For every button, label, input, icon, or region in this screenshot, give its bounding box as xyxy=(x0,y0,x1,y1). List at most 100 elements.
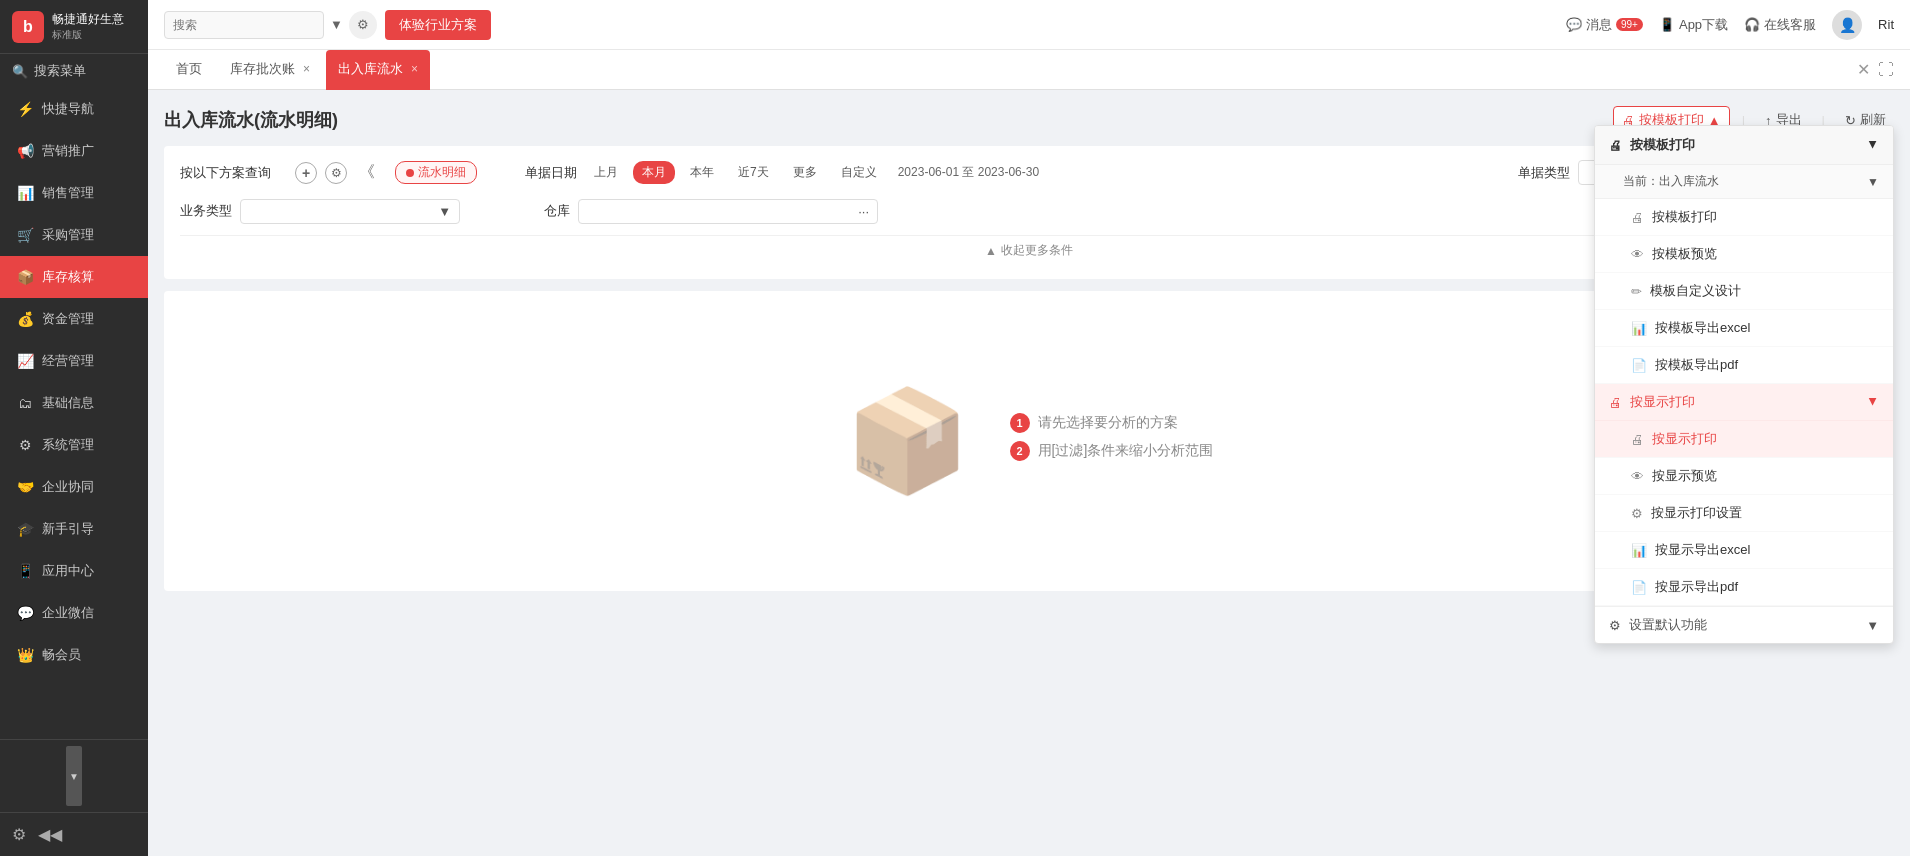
dp-display-print-label: 按显示打印 xyxy=(1652,430,1717,448)
tab-inventory-batch-close[interactable]: × xyxy=(303,62,310,76)
online-service-label: 在线客服 xyxy=(1764,16,1816,34)
topbar-gear-button[interactable]: ⚙ xyxy=(349,11,377,39)
dropdown-header-label: 按模板打印 xyxy=(1630,136,1695,154)
message-label: 消息 xyxy=(1586,16,1612,34)
dropdown-display-preview[interactable]: 👁 按显示预览 xyxy=(1595,458,1893,495)
filter-add-btn[interactable]: + xyxy=(295,162,317,184)
dropdown-sub-header[interactable]: 当前：出入库流水 ▼ xyxy=(1595,165,1893,199)
dropdown-display-export-pdf[interactable]: 📄 按显示导出pdf xyxy=(1595,569,1893,606)
dropdown-display-export-excel[interactable]: 📊 按显示导出excel xyxy=(1595,532,1893,569)
vip-icon: 👑 xyxy=(16,646,34,664)
sidebar-item-finance[interactable]: 💰 资金管理 xyxy=(0,298,148,340)
dropdown-template-export-pdf[interactable]: 📄 按模板导出pdf xyxy=(1595,347,1893,384)
date-last-7days[interactable]: 近7天 xyxy=(729,161,778,184)
window-maximize-btn[interactable]: ⛶ xyxy=(1878,61,1894,79)
user-avatar[interactable]: 👤 xyxy=(1832,10,1862,40)
nav-label: 销售管理 xyxy=(42,184,94,202)
tab-inventory-batch-label: 库存批次账 xyxy=(230,60,295,78)
printer-small-icon: 🖨 xyxy=(1631,210,1644,225)
tab-home[interactable]: 首页 xyxy=(164,50,214,90)
filter-settings-btn[interactable]: ⚙ xyxy=(325,162,347,184)
pdf-icon: 📄 xyxy=(1631,358,1647,373)
sidebar-item-app-center[interactable]: 📱 应用中心 xyxy=(0,550,148,592)
sidebar-item-guide[interactable]: 🎓 新手引导 xyxy=(0,508,148,550)
warehouse-select[interactable]: ··· xyxy=(578,199,878,224)
date-custom[interactable]: 自定义 xyxy=(832,161,886,184)
nav-label: 采购管理 xyxy=(42,226,94,244)
sidebar-item-marketing[interactable]: 📢 营销推广 xyxy=(0,130,148,172)
basics-icon: 🗂 xyxy=(16,394,34,412)
sidebar-item-basics[interactable]: 🗂 基础信息 xyxy=(0,382,148,424)
app-icon: 📱 xyxy=(1659,17,1675,32)
tab-inventory-batch[interactable]: 库存批次账 × xyxy=(218,50,322,90)
dropdown-header-chevron: ▲ xyxy=(1866,138,1879,153)
dropdown-template-preview[interactable]: 👁 按模板预览 xyxy=(1595,236,1893,273)
date-this-year[interactable]: 本年 xyxy=(681,161,723,184)
dropdown-display-print[interactable]: 🖨 按显示打印 xyxy=(1595,421,1893,458)
settings-icon[interactable]: ⚙ xyxy=(12,825,26,844)
empty-steps: 1 请先选择要分析的方案 2 用[过滤]条件来缩小分析范围 xyxy=(1010,413,1214,469)
dropdown-template-custom[interactable]: ✏ 模板自定义设计 xyxy=(1595,273,1893,310)
template-print-dropdown: 🖨 按模板打印 ▲ 当前：出入库流水 ▼ 🖨 按模板打印 👁 按模板预览 ✏ 模… xyxy=(1594,125,1894,644)
nav-label: 资金管理 xyxy=(42,310,94,328)
dropdown-display-print-settings[interactable]: ⚙ 按显示打印设置 xyxy=(1595,495,1893,532)
date-more[interactable]: 更多 xyxy=(784,161,826,184)
topbar-search-input[interactable] xyxy=(164,11,324,39)
marketing-icon: 📢 xyxy=(16,142,34,160)
sidebar-item-weixin[interactable]: 💬 企业微信 xyxy=(0,592,148,634)
doc-type-label: 单据类型 xyxy=(1518,164,1570,182)
printer-icon: 🖨 xyxy=(1609,138,1622,153)
sidebar-item-sales[interactable]: 📊 销售管理 xyxy=(0,172,148,214)
dropdown-default-settings[interactable]: ⚙ 设置默认功能 ▼ xyxy=(1595,606,1893,643)
dp-template-custom-label: 模板自定义设计 xyxy=(1650,282,1741,300)
sidebar-item-operations[interactable]: 📈 经营管理 xyxy=(0,340,148,382)
sidebar-item-system[interactable]: ⚙ 系统管理 xyxy=(0,424,148,466)
sidebar-item-purchase[interactable]: 🛒 采购管理 xyxy=(0,214,148,256)
nav-label: 系统管理 xyxy=(42,436,94,454)
online-service-btn[interactable]: 🎧 在线客服 xyxy=(1744,16,1816,34)
dropdown-template-print[interactable]: 🖨 按模板打印 xyxy=(1595,199,1893,236)
tab-inout-flow-close[interactable]: × xyxy=(411,62,418,76)
filter-collapse-btn[interactable]: 《 xyxy=(355,162,379,183)
sidebar-scroll-down[interactable]: ▼ xyxy=(66,746,82,806)
date-this-month[interactable]: 本月 xyxy=(633,161,675,184)
sidebar-item-inventory[interactable]: 📦 库存核算 xyxy=(0,256,148,298)
filter-tag-flow[interactable]: 流水明细 xyxy=(395,161,477,184)
nav-label: 经营管理 xyxy=(42,352,94,370)
dropdown-sub-header-label: 当前：出入库流水 xyxy=(1623,173,1719,190)
dp-template-preview-label: 按模板预览 xyxy=(1652,245,1717,263)
headset-icon: 🎧 xyxy=(1744,17,1760,32)
filter-scheme-label: 按以下方案查询 xyxy=(180,164,271,182)
date-last-month[interactable]: 上月 xyxy=(585,161,627,184)
app-download-btn[interactable]: 📱 App下载 xyxy=(1659,16,1728,34)
message-btn[interactable]: 💬 消息 99+ xyxy=(1566,16,1643,34)
logo-icon: b xyxy=(12,11,44,43)
dropdown-template-export-excel[interactable]: 📊 按模板导出excel xyxy=(1595,310,1893,347)
topbar: ▼ ⚙ 体验行业方案 💬 消息 99+ 📱 App下载 🎧 在线客服 👤 Rit xyxy=(148,0,1910,50)
window-close-btn[interactable]: ✕ xyxy=(1857,60,1870,79)
sidebar-item-quick-nav[interactable]: ⚡ 快捷导航 xyxy=(0,88,148,130)
filter-tag-label: 流水明细 xyxy=(418,164,466,181)
sidebar-item-vip[interactable]: 👑 畅会员 xyxy=(0,634,148,676)
trial-btn[interactable]: 体验行业方案 xyxy=(385,10,491,40)
display-section-header[interactable]: 🖨 按显示打印 ▲ xyxy=(1595,384,1893,421)
inventory-icon: 📦 xyxy=(16,268,34,286)
nav-label: 企业微信 xyxy=(42,604,94,622)
dp-display-excel-label: 按显示导出excel xyxy=(1655,541,1750,559)
business-type-chevron: ▼ xyxy=(438,204,451,219)
collapse-up-icon: ▲ xyxy=(985,244,997,258)
collapse-sidebar-icon[interactable]: ◀◀ xyxy=(38,825,62,844)
dropdown-header[interactable]: 🖨 按模板打印 ▲ xyxy=(1595,126,1893,165)
topbar-dropdown-arrow[interactable]: ▼ xyxy=(330,17,343,32)
nav-label: 营销推广 xyxy=(42,142,94,160)
tab-inout-flow[interactable]: 出入库流水 × xyxy=(326,50,430,90)
search-icon: 🔍 xyxy=(12,64,28,79)
display-pdf-icon: 📄 xyxy=(1631,580,1647,595)
sidebar-search[interactable]: 🔍 搜索菜单 xyxy=(0,54,148,88)
business-type-select[interactable]: ▼ xyxy=(240,199,460,224)
filter-dates: 上月 本月 本年 近7天 更多 自定义 xyxy=(585,161,886,184)
sidebar-item-enterprise[interactable]: 🤝 企业协同 xyxy=(0,466,148,508)
nav-label: 基础信息 xyxy=(42,394,94,412)
empty-state: 📦 1 请先选择要分析的方案 2 用[过滤]条件来缩小分析范围 xyxy=(825,302,1234,580)
filter-tag-dot xyxy=(406,169,414,177)
